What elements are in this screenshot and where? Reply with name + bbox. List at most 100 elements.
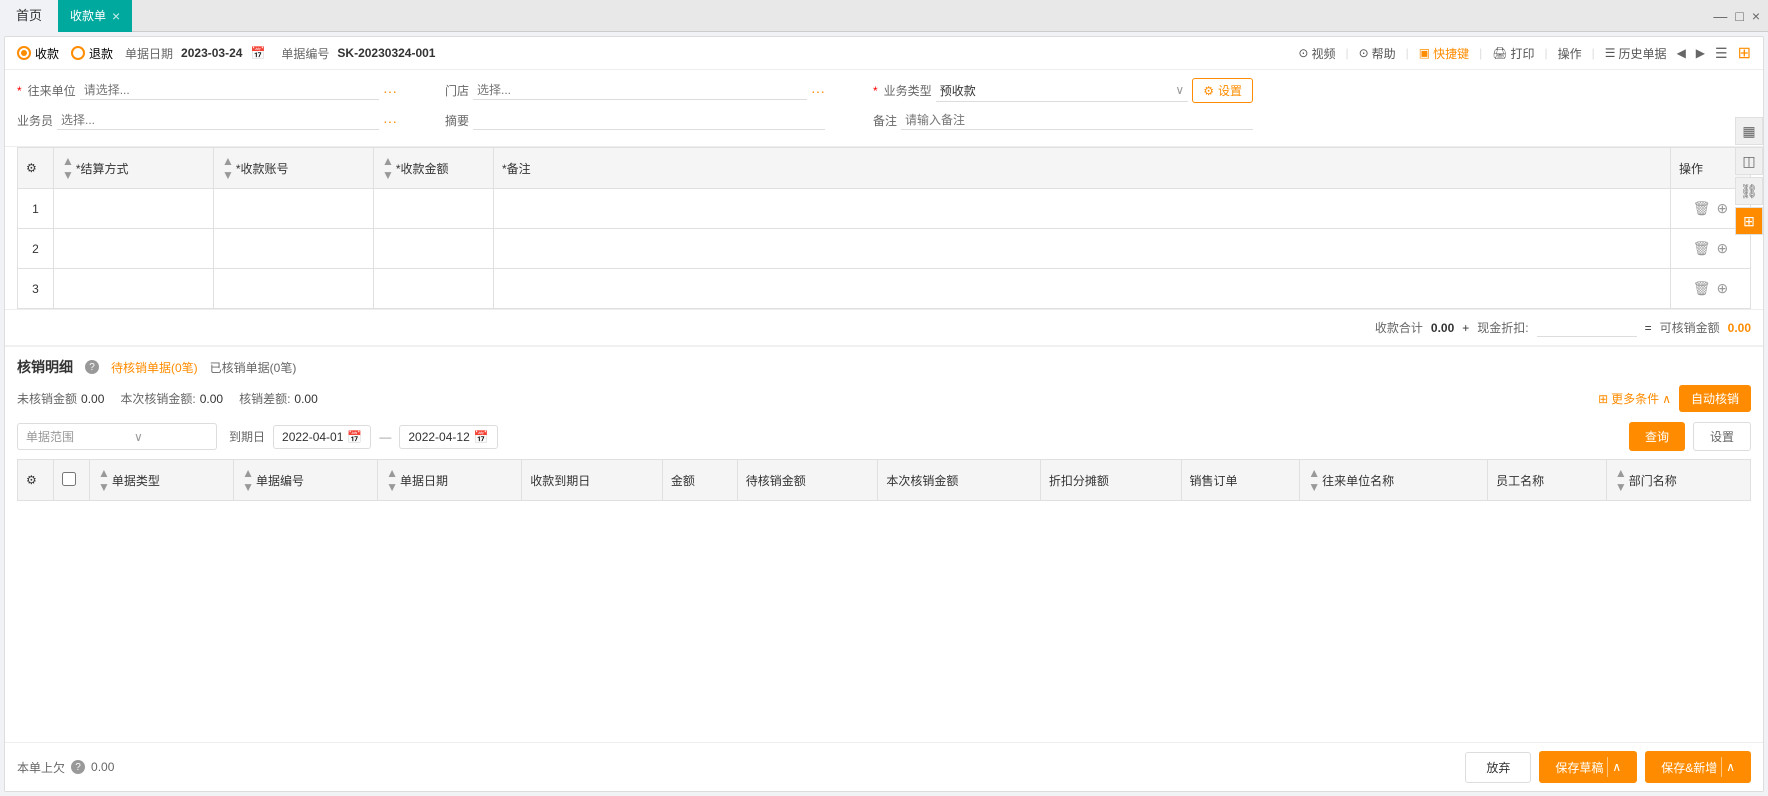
doc-type-col: ▲▼ 单据类型 [90, 460, 234, 501]
calendar-icon[interactable]: 📅 [250, 46, 265, 60]
store-more-icon[interactable]: ··· [811, 83, 825, 99]
receipt-radio-dot [17, 46, 31, 60]
nav-right-icon[interactable]: ▶ [1696, 46, 1705, 60]
pending-tab[interactable]: 待核销单据(0笔) [111, 359, 198, 376]
filter-row: 单据范围 ∨ 到期日 2022-04-01 📅 — 2022-04-12 📅 查… [17, 422, 1751, 451]
save-draft-button[interactable]: 保存草稿 ∧ [1539, 751, 1637, 783]
settings-col-header[interactable]: ⚙ [18, 148, 54, 189]
delete-row-1-icon[interactable]: 🗑 [1693, 200, 1711, 217]
settlement-cell-2[interactable] [54, 229, 214, 269]
sidebar-icon-3[interactable]: ⛓ [1735, 177, 1763, 205]
this-order-value: 0.00 [91, 760, 114, 774]
settings-table-icon[interactable]: ⚙ [26, 473, 37, 487]
auto-writeoff-button[interactable]: 自动核销 [1679, 385, 1751, 412]
row-num-2: 2 [18, 229, 54, 269]
amount-cell-2[interactable] [374, 229, 494, 269]
business-type-select[interactable]: 预收款 ∨ [936, 80, 1189, 102]
remark-cell-2[interactable] [494, 229, 1671, 269]
nav-left-icon[interactable]: ◀ [1677, 46, 1686, 60]
list-view-icon[interactable]: ☰ [1715, 45, 1728, 62]
remark-cell-1[interactable] [494, 189, 1671, 229]
order-info-icon[interactable]: ? [71, 760, 85, 774]
settlement-cell-3[interactable] [54, 269, 214, 309]
more-conditions-button[interactable]: ⊞ 更多条件 ∧ [1598, 390, 1671, 407]
this-writeoff-value: 0.00 [200, 392, 223, 406]
tab-close-icon[interactable]: × [112, 0, 120, 32]
calendar-to-icon[interactable]: 📅 [474, 430, 489, 444]
date-to-input[interactable]: 2022-04-12 📅 [399, 425, 497, 449]
sidebar-icon-2[interactable]: ◫ [1735, 147, 1763, 175]
calendar-from-icon[interactable]: 📅 [347, 430, 362, 444]
delete-row-2-icon[interactable]: 🗑 [1693, 240, 1711, 257]
table-settings-icon[interactable]: ⚙ [26, 161, 37, 175]
discount-input[interactable] [1537, 318, 1637, 337]
save-draft-separator [1607, 757, 1608, 777]
operations-label: 操作 [1558, 45, 1582, 62]
amount-cell-1[interactable] [374, 189, 494, 229]
settlement-cell-1[interactable] [54, 189, 214, 229]
abandon-button[interactable]: 放弃 [1465, 752, 1531, 783]
toolbar-right: ⊙ 视频 | ⊙ 帮助 | ▣ 快捷键 | 🖨 打印 | 操作 | [1298, 43, 1751, 63]
settled-tab[interactable]: 已核销单据(0笔) [210, 359, 297, 376]
history-icon: ☰ [1605, 46, 1616, 60]
tab-receipt[interactable]: 收款单 × [58, 0, 132, 32]
grid-view-icon[interactable]: ⊞ [1738, 43, 1751, 63]
counterparty-more-icon[interactable]: ··· [383, 83, 397, 99]
query-button[interactable]: 查询 [1629, 422, 1685, 451]
amount-cell-3[interactable] [374, 269, 494, 309]
receipt-total-value: 0.00 [1431, 321, 1454, 335]
account-col-header: ▲▼ *收款账号 [214, 148, 374, 189]
checkbox-col-header[interactable]: ⚙ [18, 460, 54, 501]
sidebar-icon-4-active[interactable]: ⊞ [1735, 207, 1763, 235]
save-draft-chevron[interactable]: ∧ [1612, 760, 1621, 774]
delete-row-3-icon[interactable]: 🗑 [1693, 280, 1711, 297]
date-from-value: 2022-04-01 [282, 430, 343, 444]
operations-button[interactable]: 操作 [1558, 45, 1582, 62]
staff-more-icon[interactable]: ··· [383, 113, 397, 129]
tab-bar-right: — □ × [1713, 8, 1768, 24]
account-cell-2[interactable] [214, 229, 374, 269]
row-num-3: 3 [18, 269, 54, 309]
tab-home[interactable]: 首页 [0, 0, 58, 32]
maximize-button[interactable]: □ [1735, 8, 1743, 24]
counterparty-field: * 往来单位 ··· [17, 81, 397, 100]
video-button[interactable]: ⊙ 视频 [1298, 45, 1335, 62]
select-all-checkbox[interactable] [62, 472, 76, 486]
summary-input[interactable] [473, 111, 825, 130]
store-input[interactable] [473, 81, 807, 100]
help-button[interactable]: ⊙ 帮助 [1359, 45, 1396, 62]
staff-input[interactable] [57, 111, 379, 130]
counterparty-input[interactable] [80, 81, 379, 100]
save-new-button[interactable]: 保存&新增 ∧ [1645, 751, 1751, 783]
copy-row-3-icon[interactable]: ⊕ [1717, 280, 1729, 297]
save-new-chevron[interactable]: ∧ [1726, 760, 1735, 774]
writeoff-info-icon[interactable]: ? [85, 360, 99, 374]
writeoff-section: 核销明细 ? 待核销单据(0笔) 已核销单据(0笔) 未核销金额 0.00 本次… [5, 345, 1763, 742]
shortcuts-button[interactable]: ▣ 快捷键 [1419, 45, 1469, 62]
staff-label: 业务员 [17, 112, 53, 129]
account-cell-1[interactable] [214, 189, 374, 229]
form-settings-button[interactable]: ⚙ 设置 [1192, 78, 1253, 103]
writeoff-header: 核销明细 ? 待核销单据(0笔) 已核销单据(0笔) [17, 357, 1751, 377]
discount-label: 现金折扣: [1477, 319, 1528, 336]
note-input[interactable] [901, 111, 1253, 130]
remark-cell-3[interactable] [494, 269, 1671, 309]
history-button[interactable]: ☰ 历史单据 [1605, 45, 1667, 62]
sidebar-icon-1[interactable]: ▦ [1735, 117, 1763, 145]
copy-row-2-icon[interactable]: ⊕ [1717, 240, 1729, 257]
refund-radio[interactable]: 退款 [71, 45, 113, 62]
receipt-radio[interactable]: 收款 [17, 45, 59, 62]
select-all-header[interactable] [54, 460, 90, 501]
writeoff-settings-button[interactable]: 设置 [1693, 422, 1751, 451]
store-field: 门店 ··· [445, 81, 825, 100]
scope-select[interactable]: 单据范围 ∨ [17, 423, 217, 450]
print-button[interactable]: 🖨 打印 [1492, 45, 1534, 62]
form-area: * 往来单位 ··· 门店 ··· * 业务类型 预收款 ∨ ⚙ 设置 [5, 70, 1763, 147]
close-window-button[interactable]: × [1752, 8, 1760, 24]
right-sidebar: ▦ ◫ ⛓ ⊞ [1735, 117, 1763, 235]
minimize-button[interactable]: — [1713, 8, 1727, 24]
account-cell-3[interactable] [214, 269, 374, 309]
doc-date-value[interactable]: 2023-03-24 [181, 46, 242, 60]
copy-row-1-icon[interactable]: ⊕ [1717, 200, 1729, 217]
date-from-input[interactable]: 2022-04-01 📅 [273, 425, 371, 449]
